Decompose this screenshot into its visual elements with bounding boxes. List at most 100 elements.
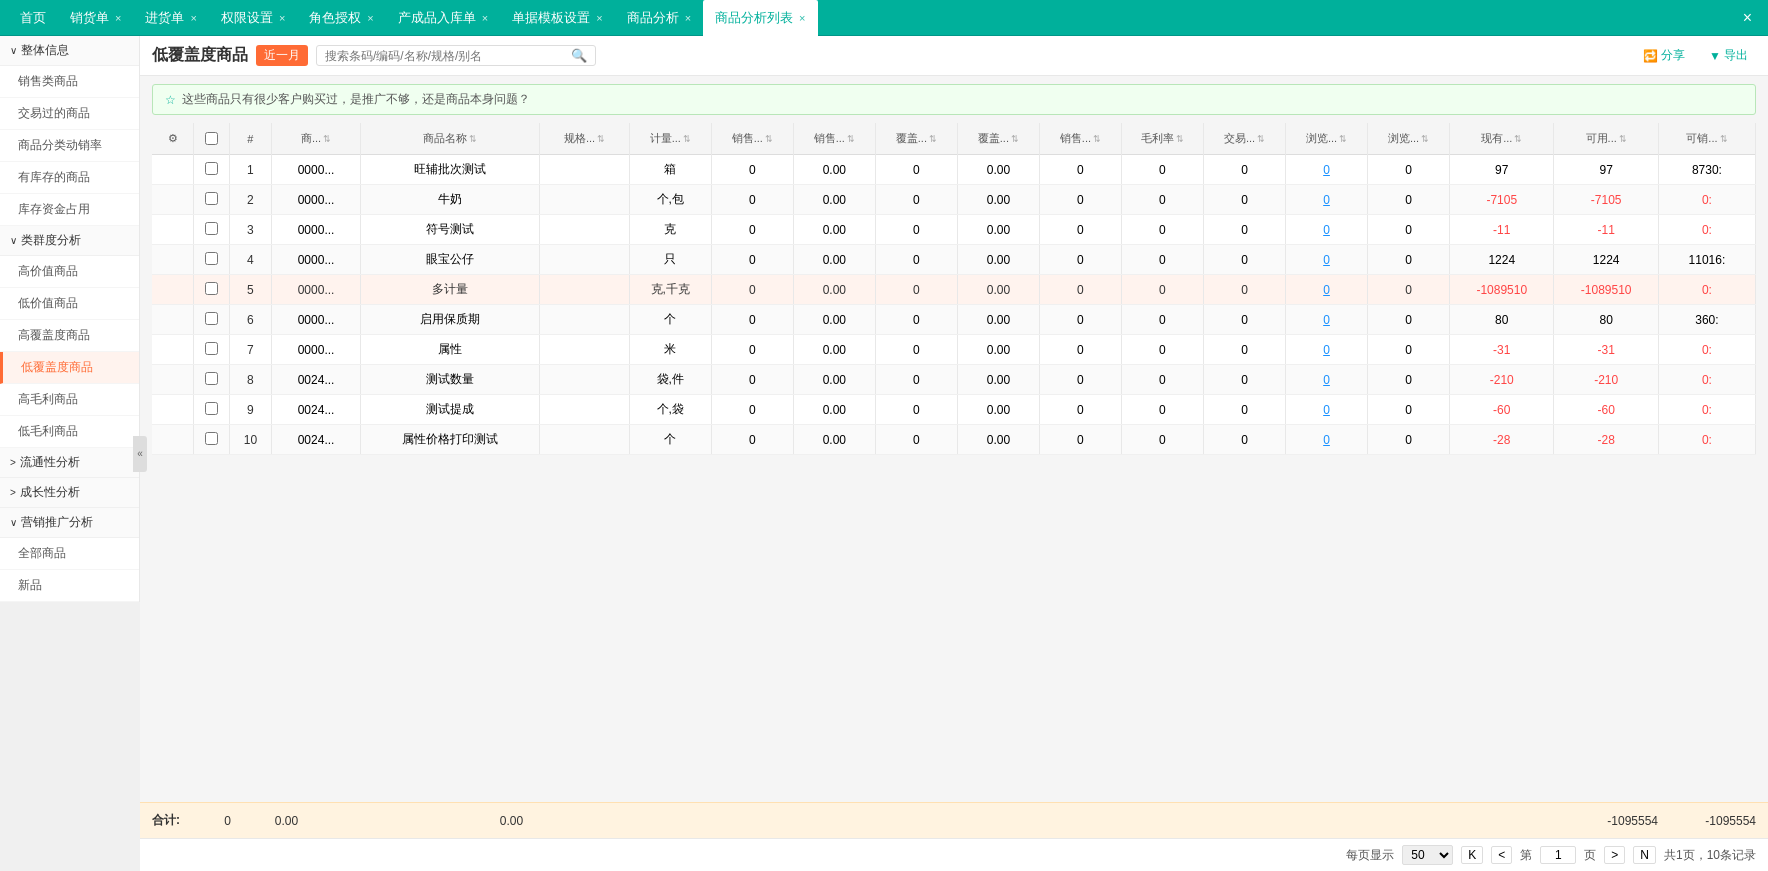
search-input[interactable]	[325, 49, 571, 63]
col-checkbox-header[interactable]	[194, 123, 230, 155]
col-cover2[interactable]: 覆盖...⇅	[957, 123, 1039, 155]
select-all-checkbox[interactable]	[205, 132, 218, 145]
export-button[interactable]: ▼ 导出	[1701, 44, 1756, 67]
sidebar-item-all-goods[interactable]: 全部商品	[0, 538, 139, 570]
browse-link[interactable]: 0	[1323, 343, 1330, 357]
row-stock3: 0:	[1658, 275, 1755, 305]
row-sale3: 0	[1039, 365, 1121, 395]
time-filter-button[interactable]: 近一月	[256, 45, 308, 66]
row-trade: 0	[1203, 335, 1285, 365]
browse-link[interactable]: 0	[1323, 253, 1330, 267]
page-size-select[interactable]: 50 100 200	[1402, 845, 1453, 865]
row-checkbox[interactable]	[205, 432, 218, 445]
nav-goods-list-close[interactable]: ×	[799, 0, 805, 36]
section-circulation[interactable]: > 流通性分析	[0, 448, 139, 478]
nav-purchase[interactable]: 进货单 ×	[133, 0, 208, 36]
col-sale3[interactable]: 销售...⇅	[1039, 123, 1121, 155]
col-settings[interactable]: ⚙	[152, 123, 194, 155]
row-gross: 0	[1121, 365, 1203, 395]
row-browse2: 0	[1368, 335, 1450, 365]
nav-role[interactable]: 角色授权 ×	[297, 0, 385, 36]
nav-permission[interactable]: 权限设置 ×	[209, 0, 297, 36]
browse-link[interactable]: 0	[1323, 433, 1330, 447]
col-cover1[interactable]: 覆盖...⇅	[875, 123, 957, 155]
nav-template-close[interactable]: ×	[596, 0, 602, 36]
section-growth[interactable]: > 成长性分析	[0, 478, 139, 508]
next-page-btn[interactable]: >	[1604, 846, 1625, 864]
sidebar-item-stock-fund[interactable]: 库存资金占用	[0, 194, 139, 226]
sidebar-item-stocked-goods[interactable]: 有库存的商品	[0, 162, 139, 194]
browse-link[interactable]: 0	[1323, 163, 1330, 177]
browse-link[interactable]: 0	[1323, 313, 1330, 327]
row-checkbox[interactable]	[205, 372, 218, 385]
col-unit[interactable]: 计量...⇅	[629, 123, 711, 155]
section-marketing[interactable]: ∨ 营销推广分析	[0, 508, 139, 538]
nav-purchase-close[interactable]: ×	[190, 0, 196, 36]
row-spec	[540, 275, 629, 305]
browse-link[interactable]: 0	[1323, 223, 1330, 237]
sidebar-item-traded-goods[interactable]: 交易过的商品	[0, 98, 139, 130]
row-checkbox[interactable]	[205, 162, 218, 175]
sidebar-item-low-value[interactable]: 低价值商品	[0, 288, 139, 320]
section-overall[interactable]: ∨ 整体信息	[0, 36, 139, 66]
col-code[interactable]: 商...⇅	[271, 123, 360, 155]
nav-warehouse-close[interactable]: ×	[482, 0, 488, 36]
col-browse1[interactable]: 浏览...⇅	[1286, 123, 1368, 155]
sidebar-item-new-goods[interactable]: 新品	[0, 570, 139, 602]
row-checkbox[interactable]	[205, 402, 218, 415]
row-stock3: 0:	[1658, 395, 1755, 425]
browse-link[interactable]: 0	[1323, 193, 1330, 207]
nav-role-close[interactable]: ×	[367, 0, 373, 36]
row-checkbox[interactable]	[205, 222, 218, 235]
page-number-input[interactable]	[1540, 846, 1576, 864]
col-gross[interactable]: 毛利率⇅	[1121, 123, 1203, 155]
sidebar-item-high-profit[interactable]: 高毛利商品	[0, 384, 139, 416]
col-stock3[interactable]: 可销...⇅	[1658, 123, 1755, 155]
row-name: 属性	[361, 335, 540, 365]
row-stock3: 11016:	[1658, 245, 1755, 275]
checkbox-cell	[194, 275, 230, 305]
nav-permission-close[interactable]: ×	[279, 0, 285, 36]
sidebar-item-category-rate[interactable]: 商品分类动销率	[0, 130, 139, 162]
col-sale2[interactable]: 销售...⇅	[793, 123, 875, 155]
search-icon[interactable]: 🔍	[571, 48, 587, 63]
nav-warehouse[interactable]: 产成品入库单 ×	[386, 0, 500, 36]
row-checkbox[interactable]	[205, 282, 218, 295]
nav-close-all[interactable]: ×	[1735, 9, 1760, 27]
section-cluster[interactable]: ∨ 类群度分析	[0, 226, 139, 256]
last-page-btn[interactable]: N	[1633, 846, 1656, 864]
nav-template[interactable]: 单据模板设置 ×	[500, 0, 614, 36]
nav-goods-analysis-close[interactable]: ×	[685, 0, 691, 36]
row-num: 6	[230, 305, 272, 335]
row-checkbox[interactable]	[205, 342, 218, 355]
browse-link[interactable]: 0	[1323, 283, 1330, 297]
share-button[interactable]: 🔁 分享	[1635, 44, 1693, 67]
sidebar-item-sales-goods[interactable]: 销售类商品	[0, 66, 139, 98]
col-trade[interactable]: 交易...⇅	[1203, 123, 1285, 155]
nav-goods-list[interactable]: 商品分析列表 ×	[703, 0, 817, 36]
browse-link[interactable]: 0	[1323, 373, 1330, 387]
col-stock1[interactable]: 现有...⇅	[1450, 123, 1554, 155]
prev-page-btn[interactable]: <	[1491, 846, 1512, 864]
row-checkbox[interactable]	[205, 192, 218, 205]
row-checkbox[interactable]	[205, 312, 218, 325]
sidebar-collapse-btn[interactable]: «	[133, 436, 147, 472]
sidebar-item-low-coverage[interactable]: 低覆盖度商品	[0, 352, 139, 384]
col-stock2[interactable]: 可用...⇅	[1554, 123, 1658, 155]
nav-sales[interactable]: 销货单 ×	[58, 0, 133, 36]
col-name[interactable]: 商品名称⇅	[361, 123, 540, 155]
table-container[interactable]: ⚙ # 商...⇅ 商品名称⇅ 规格...⇅	[140, 123, 1768, 802]
nav-sales-close[interactable]: ×	[115, 0, 121, 36]
col-spec[interactable]: 规格...⇅	[540, 123, 629, 155]
browse-link[interactable]: 0	[1323, 403, 1330, 417]
sidebar-item-low-profit[interactable]: 低毛利商品	[0, 416, 139, 448]
col-browse2[interactable]: 浏览...⇅	[1368, 123, 1450, 155]
col-sale1[interactable]: 销售...⇅	[711, 123, 793, 155]
nav-home[interactable]: 首页	[8, 0, 58, 36]
first-page-btn[interactable]: K	[1461, 846, 1483, 864]
nav-goods-analysis[interactable]: 商品分析 ×	[615, 0, 703, 36]
row-checkbox[interactable]	[205, 252, 218, 265]
sidebar-item-high-coverage[interactable]: 高覆盖度商品	[0, 320, 139, 352]
sidebar-item-high-value[interactable]: 高价值商品	[0, 256, 139, 288]
nav-home-label: 首页	[20, 0, 46, 36]
